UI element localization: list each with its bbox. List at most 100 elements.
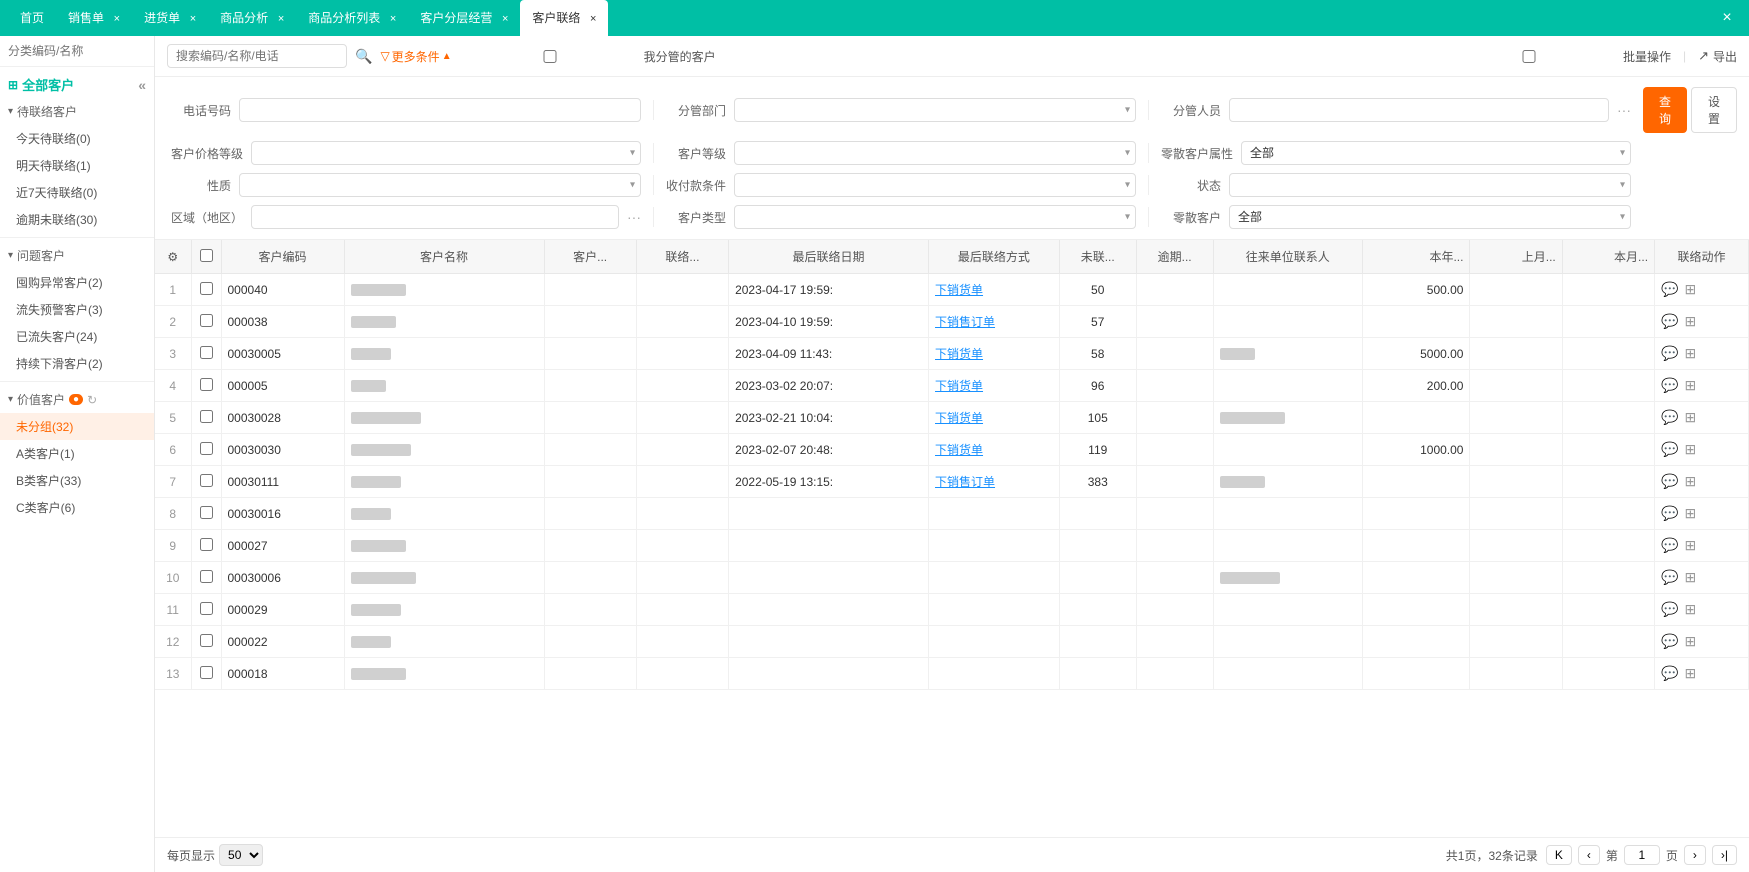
dept-select[interactable] [734,98,1136,122]
customer-level-select[interactable] [734,141,1136,165]
search-input[interactable] [167,44,347,68]
chat-icon[interactable]: 💬 [1661,505,1678,522]
grid-action-icon[interactable]: ⊞ [1684,409,1696,426]
close-customer-tier-icon[interactable]: × [502,13,508,25]
cell-checkbox[interactable] [191,306,221,338]
close-customer-contact-icon[interactable]: × [590,13,596,25]
cell-last-method[interactable]: 下销货单 [929,434,1060,466]
cell-checkbox[interactable] [191,434,221,466]
staff-input[interactable] [1229,98,1609,122]
chat-icon[interactable]: 💬 [1661,281,1678,298]
payment-select[interactable] [734,173,1136,197]
sidebar-item-churn-warning[interactable]: 流失预警客户(3) [0,296,154,323]
sidebar-item-declining[interactable]: 持续下滑客户(2) [0,350,154,377]
home-tab[interactable]: 首页 [8,0,56,36]
grid-action-icon[interactable]: ⊞ [1684,377,1696,394]
group-problem-customer[interactable]: ▾ 问题客户 [0,242,154,269]
refresh-icon[interactable]: ↻ [87,393,97,407]
staff-more-icon[interactable]: ··· [1617,102,1631,118]
page-input[interactable] [1624,845,1660,865]
cell-last-method[interactable] [929,658,1060,690]
cell-checkbox[interactable] [191,530,221,562]
select-all-checkbox[interactable] [200,249,213,262]
chat-icon[interactable]: 💬 [1661,441,1678,458]
chat-icon[interactable]: 💬 [1661,409,1678,426]
row-checkbox[interactable] [200,474,213,487]
cell-checkbox[interactable] [191,658,221,690]
col-header-settings[interactable]: ⚙ [155,240,191,274]
cell-checkbox[interactable] [191,402,221,434]
chat-icon[interactable]: 💬 [1661,313,1678,330]
status-select[interactable] [1229,173,1631,197]
grid-action-icon[interactable]: ⊞ [1684,313,1696,330]
phone-input[interactable] [239,98,641,122]
cell-last-method[interactable]: 下销货单 [929,274,1060,306]
customer-type-select[interactable] [734,205,1136,229]
grid-action-icon[interactable]: ⊞ [1684,441,1696,458]
cell-checkbox[interactable] [191,498,221,530]
tab-purchase[interactable]: 进货单 × [132,0,208,36]
sidebar-item-classC[interactable]: C类客户(6) [0,494,154,521]
tab-customer-contact[interactable]: 客户联络 × [520,0,608,36]
cell-last-method[interactable] [929,626,1060,658]
search-icon[interactable]: 🔍 [355,48,372,65]
sidebar-item-churned[interactable]: 已流失客户(24) [0,323,154,350]
row-checkbox[interactable] [200,410,213,423]
close-purchase-icon[interactable]: × [190,13,196,25]
cell-checkbox[interactable] [191,370,221,402]
cell-checkbox[interactable] [191,562,221,594]
row-checkbox[interactable] [200,538,213,551]
grid-action-icon[interactable]: ⊞ [1684,345,1696,362]
chat-icon[interactable]: 💬 [1661,633,1678,650]
my-customers-checkbox[interactable]: 我分管的客户 [460,48,716,65]
chat-icon[interactable]: 💬 [1661,569,1678,586]
batch-check[interactable] [1439,50,1619,63]
cell-last-method[interactable] [929,594,1060,626]
reset-button[interactable]: 设置 [1691,87,1737,133]
group-value-customer[interactable]: ▾ 价值客户 ● ↻ [0,386,154,413]
chat-icon[interactable]: 💬 [1661,377,1678,394]
sidebar-item-tomorrow[interactable]: 明天待联络(1) [0,152,154,179]
grid-action-icon[interactable]: ⊞ [1684,665,1696,682]
tab-customer-tier[interactable]: 客户分层经营 × [408,0,520,36]
chat-icon[interactable]: 💬 [1661,473,1678,490]
sidebar-item-classB[interactable]: B类客户(33) [0,467,154,494]
export-btn[interactable]: ↗ 导出 [1698,48,1737,65]
window-close-button[interactable]: × [1713,4,1741,32]
sidebar-item-today[interactable]: 今天待联络(0) [0,125,154,152]
grid-action-icon[interactable]: ⊞ [1684,569,1696,586]
price-level-select[interactable] [251,141,641,165]
cell-last-method[interactable]: 下销货单 [929,338,1060,370]
sidebar-item-classA[interactable]: A类客户(1) [0,440,154,467]
tab-sales[interactable]: 销售单 × [56,0,132,36]
cell-last-method[interactable] [929,562,1060,594]
grid-action-icon[interactable]: ⊞ [1684,473,1696,490]
row-checkbox[interactable] [200,602,213,615]
chat-icon[interactable]: 💬 [1661,345,1678,362]
cell-checkbox[interactable] [191,274,221,306]
row-checkbox[interactable] [200,282,213,295]
row-checkbox[interactable] [200,314,213,327]
sidebar-item-overdue[interactable]: 逾期未联络(30) [0,206,154,233]
cell-last-method[interactable] [929,498,1060,530]
row-checkbox[interactable] [200,378,213,391]
close-sales-icon[interactable]: × [114,13,120,25]
prev-page-btn[interactable]: ‹ [1578,845,1600,865]
sidebar-item-7days[interactable]: 近7天待联络(0) [0,179,154,206]
sidebar-search-input[interactable] [8,44,155,58]
cell-last-method[interactable] [929,530,1060,562]
sidebar-collapse-icon[interactable]: « [138,77,146,93]
nature-select[interactable] [239,173,641,197]
grid-action-icon[interactable]: ⊞ [1684,537,1696,554]
my-customers-check[interactable] [460,50,640,63]
cell-checkbox[interactable] [191,466,221,498]
close-product-list-icon[interactable]: × [390,13,396,25]
all-customers-label[interactable]: 全部客户 [22,75,74,94]
sidebar-item-ungroup[interactable]: 未分组(32) [0,413,154,440]
grid-action-icon[interactable]: ⊞ [1684,505,1696,522]
region-more-icon[interactable]: ··· [627,209,641,225]
zero-attribute-select[interactable]: 全部 [1241,141,1631,165]
close-product-analysis-icon[interactable]: × [278,13,284,25]
row-checkbox[interactable] [200,506,213,519]
cell-checkbox[interactable] [191,626,221,658]
